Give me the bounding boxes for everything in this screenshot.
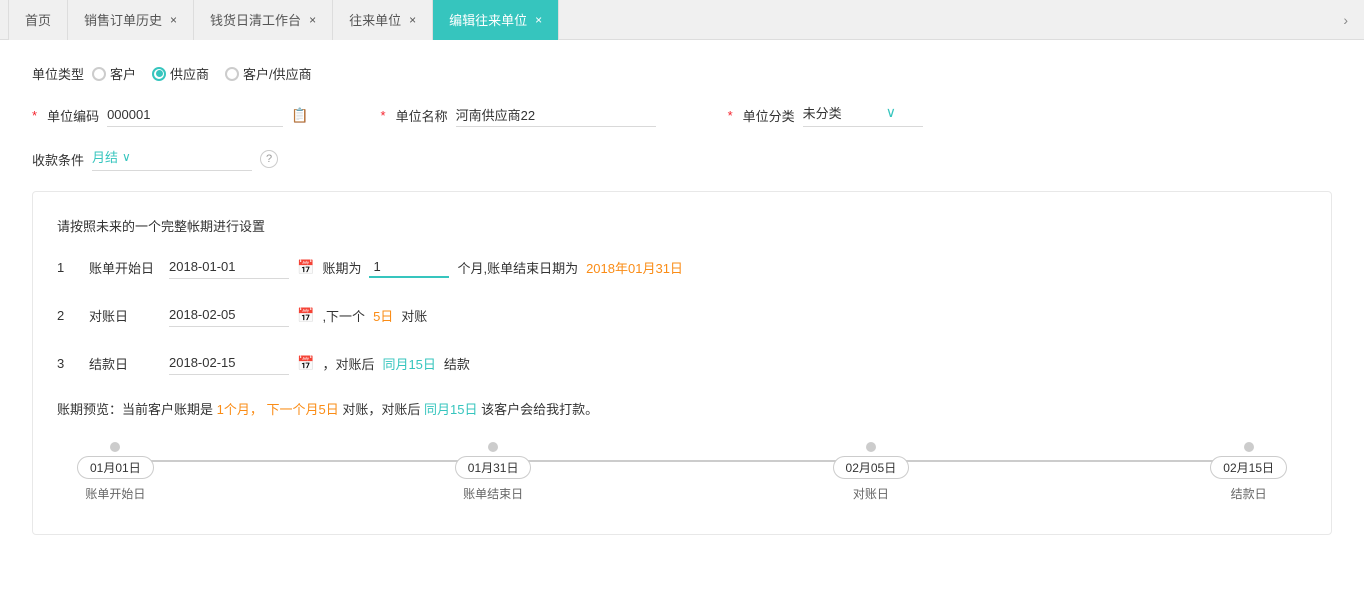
radio-both-circle [225,67,239,81]
timeline-dot-4 [1244,442,1254,452]
tab-partner[interactable]: 往来单位 × [333,0,433,40]
unit-type-row: 单位类型 客户 供应商 客户/供应商 [32,64,1332,83]
row-field-1: 账单开始日 [89,258,169,277]
unit-code-star: * [32,108,37,123]
timeline-badge-2: 01月31日 [455,456,532,479]
timeline-label-2: 账单结束日 [463,485,523,502]
data-row-2: 2 对账日 📅 ,下一个 5日 对账 [57,303,1307,327]
row-value-2: 📅 ,下一个 5日 对账 [169,303,427,327]
timeline-label-4: 结款日 [1231,485,1267,502]
timeline-point-4: 02月15日 结款日 [1210,442,1287,502]
preview-part3: 对账，对账后 [342,402,420,417]
radio-both[interactable]: 客户/供应商 [225,64,312,83]
row-num-2: 2 [57,308,89,323]
tab-more-button[interactable]: › [1335,12,1356,28]
unit-name-label: 单位名称 [396,106,448,125]
period-unit: 个月,账单结束日期为 [457,258,578,277]
timeline-dot-3 [866,442,876,452]
radio-group: 客户 供应商 客户/供应商 [92,64,312,83]
main-content: 单位类型 客户 供应商 客户/供应商 * 单位编码 [0,40,1364,608]
period-label: 账期为 [322,258,361,277]
timeline-label-3: 对账日 [853,485,889,502]
unit-code-group: * 单位编码 📋 [32,103,309,127]
data-row-1: 1 账单开始日 📅 账期为 个月,账单结束日期为 2018年01月31日 [57,255,1307,279]
reconcile-suffix: 对账 [401,306,427,325]
radio-supplier[interactable]: 供应商 [152,64,209,83]
timeline-point-1: 01月01日 账单开始日 [77,442,154,502]
payment-date-input[interactable] [169,351,289,375]
unit-code-calendar-icon[interactable]: 📋 [291,107,308,124]
close-sales-history[interactable]: × [170,13,177,27]
data-row-3: 3 结款日 📅 ，对账后 同月15日 结款 [57,351,1307,375]
unit-type-group: 单位类型 客户 供应商 客户/供应商 [32,64,312,83]
payment-prefix: ，对账后 [322,354,374,373]
payment-help-icon[interactable]: ? [260,150,278,168]
tab-cashier[interactable]: 钱货日清工作台 × [194,0,333,40]
unit-info-row: * 单位编码 📋 * 单位名称 * 单位分类 未分类 ∨ [32,103,1332,127]
timeline-points: 01月01日 账单开始日 01月31日 账单结束日 02月05日 对账日 02月… [77,442,1287,502]
reconcile-date-input[interactable] [169,303,289,327]
timeline-badge-3: 02月05日 [833,456,910,479]
payment-dropdown-arrow: ∨ [122,150,131,164]
row-num-3: 3 [57,356,89,371]
row-value-1: 📅 账期为 个月,账单结束日期为 2018年01月31日 [169,255,683,279]
row-value-3: 📅 ，对账后 同月15日 结款 [169,351,470,375]
unit-category-value: 未分类 [803,103,842,122]
row-field-2: 对账日 [89,306,169,325]
preview-part5: 该客户会给我打款。 [481,402,598,417]
unit-category-star: * [728,108,733,123]
radio-customer-circle [92,67,106,81]
row-field-3: 结款日 [89,354,169,373]
timeline-point-2: 01月31日 账单结束日 [455,442,532,502]
timeline-label-1: 账单开始日 [85,485,145,502]
unit-code-input[interactable] [107,103,283,127]
unit-name-input[interactable] [456,103,656,127]
preview-part4: 同月15日 [424,402,477,417]
radio-customer[interactable]: 客户 [92,64,136,83]
payment-highlight: 同月15日 [382,354,435,373]
reconcile-prefix: ,下一个 [322,306,365,325]
payment-group: 收款条件 月结 ∨ ? [32,147,278,171]
tab-edit-partner[interactable]: 编辑往来单位 × [433,0,559,40]
close-partner[interactable]: × [409,13,416,27]
start-date-input[interactable] [169,255,289,279]
payment-dropdown[interactable]: 月结 ∨ [92,147,252,171]
tab-bar: 首页 销售订单历史 × 钱货日清工作台 × 往来单位 × 编辑往来单位 × › [0,0,1364,40]
unit-name-group: * 单位名称 [381,103,656,127]
preview-text: 账期预览：当前客户账期是 1个月， 下一个月5日 对账，对账后 同月15日 该客… [57,399,1307,418]
close-edit-partner[interactable]: × [535,13,542,27]
timeline-wrapper: 01月01日 账单开始日 01月31日 账单结束日 02月05日 对账日 02月… [57,442,1307,502]
tab-sales-history[interactable]: 销售订单历史 × [68,0,194,40]
period-months-input[interactable] [369,257,449,278]
start-date-calendar[interactable]: 📅 [297,259,314,276]
payment-suffix: 结款 [444,354,470,373]
timeline-dot-2 [488,442,498,452]
unit-category-group: * 单位分类 未分类 ∨ [728,103,923,127]
payment-label: 收款条件 [32,150,84,169]
box-title: 请按照未来的一个完整帐期进行设置 [57,216,1307,235]
unit-name-star: * [381,108,386,123]
close-cashier[interactable]: × [309,13,316,27]
unit-category-dropdown[interactable]: 未分类 ∨ [803,103,923,127]
reconcile-date-calendar[interactable]: 📅 [297,307,314,324]
reconcile-highlight: 5日 [373,306,393,325]
payment-value: 月结 [92,147,118,166]
timeline-badge-1: 01月01日 [77,456,154,479]
unit-category-label: 单位分类 [743,106,795,125]
tab-home[interactable]: 首页 [8,0,68,40]
timeline-dot-1 [110,442,120,452]
period-end-date: 2018年01月31日 [586,258,683,277]
timeline-point-3: 02月05日 对账日 [833,442,910,502]
preview-part1: 1个月， [217,402,263,417]
unit-code-label: 单位编码 [47,106,99,125]
row-num-1: 1 [57,260,89,275]
payment-date-calendar[interactable]: 📅 [297,355,314,372]
settings-box: 请按照未来的一个完整帐期进行设置 1 账单开始日 📅 账期为 个月,账单结束日期… [32,191,1332,535]
radio-supplier-circle [152,67,166,81]
payment-row: 收款条件 月结 ∨ ? [32,147,1332,171]
unit-category-arrow: ∨ [886,104,896,121]
unit-type-label: 单位类型 [32,64,84,83]
preview-part2: 下一个月5日 [267,402,339,417]
timeline-badge-4: 02月15日 [1210,456,1287,479]
